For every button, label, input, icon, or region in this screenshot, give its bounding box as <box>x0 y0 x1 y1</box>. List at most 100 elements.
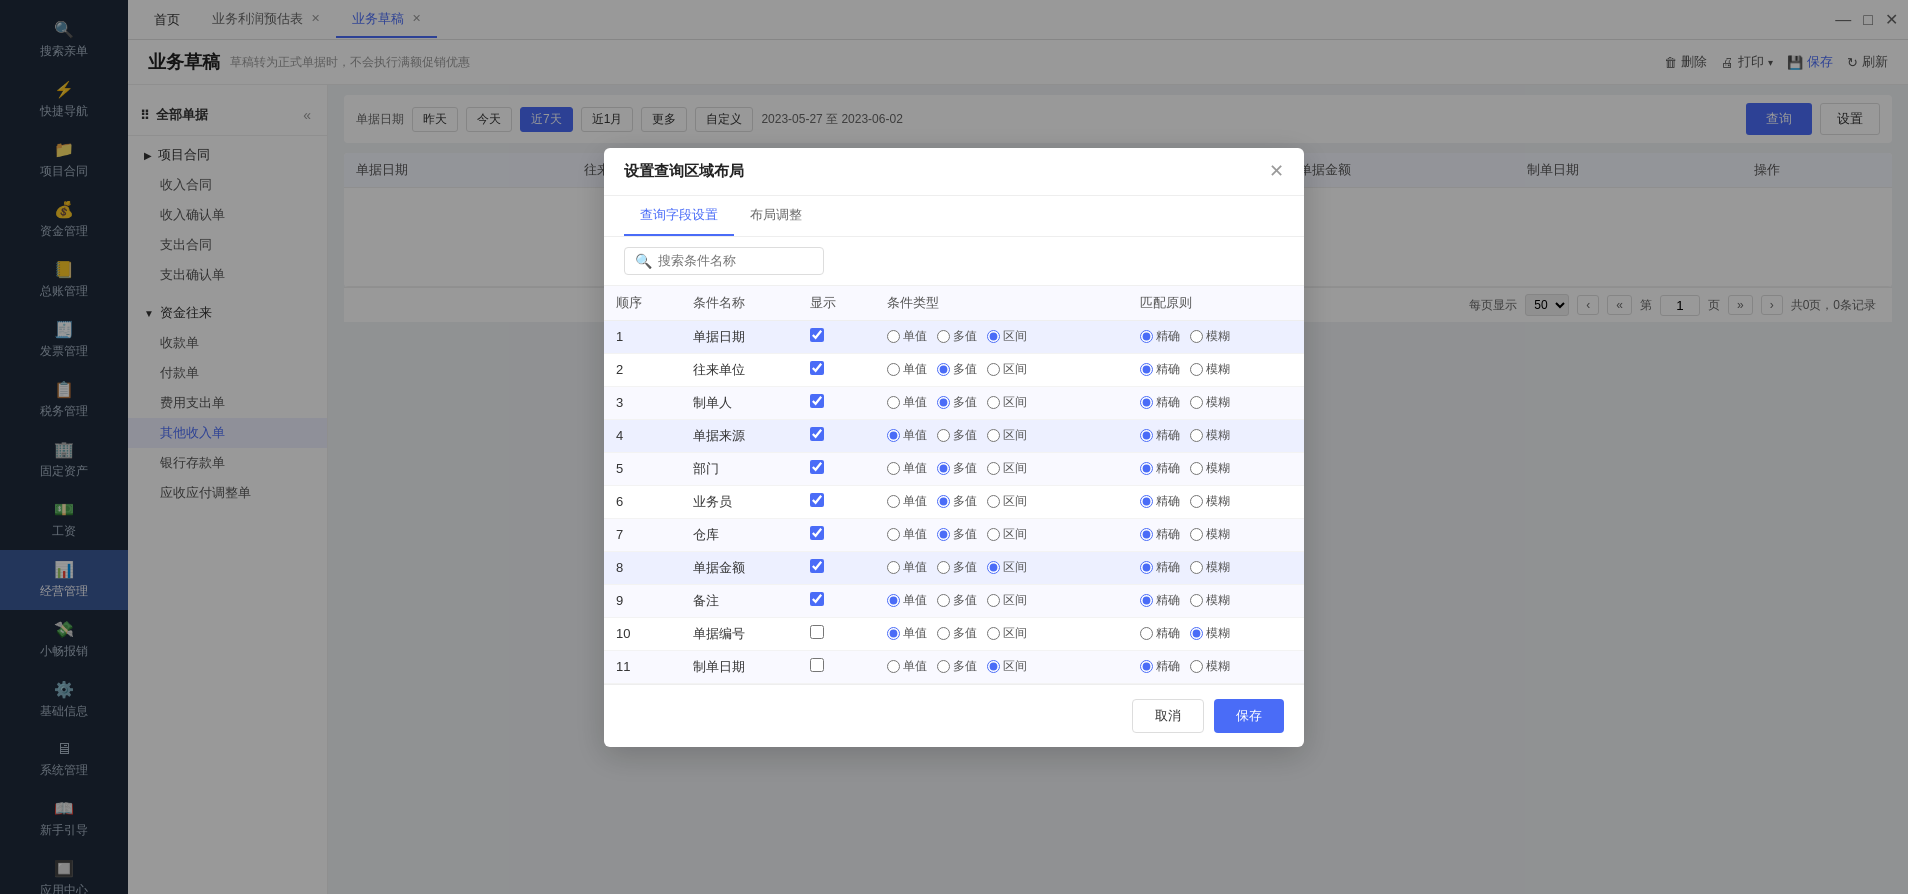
match-radio[interactable] <box>1140 594 1153 607</box>
cond-type-option[interactable]: 单值 <box>887 328 927 345</box>
cond-type-radio[interactable] <box>937 363 950 376</box>
cond-type-radio[interactable] <box>937 594 950 607</box>
cond-type-radio[interactable] <box>887 528 900 541</box>
dialog-tab-query-fields[interactable]: 查询字段设置 <box>624 196 734 236</box>
cond-type-option[interactable]: 多值 <box>937 328 977 345</box>
cond-type-option[interactable]: 多值 <box>937 361 977 378</box>
cond-type-option[interactable]: 区间 <box>987 658 1027 675</box>
match-radio[interactable] <box>1140 429 1153 442</box>
cond-type-option[interactable]: 区间 <box>987 559 1027 576</box>
cond-type-radio[interactable] <box>887 330 900 343</box>
show-checkbox[interactable] <box>810 625 824 639</box>
cond-type-radio[interactable] <box>887 627 900 640</box>
cond-type-radio[interactable] <box>887 429 900 442</box>
cond-type-radio[interactable] <box>937 462 950 475</box>
cond-type-option[interactable]: 区间 <box>987 625 1027 642</box>
cond-type-option[interactable]: 区间 <box>987 328 1027 345</box>
cond-type-radio[interactable] <box>937 495 950 508</box>
cond-type-option[interactable]: 单值 <box>887 394 927 411</box>
match-radio[interactable] <box>1140 561 1153 574</box>
cond-type-radio[interactable] <box>987 462 1000 475</box>
show-checkbox[interactable] <box>810 592 824 606</box>
cond-type-radio[interactable] <box>887 396 900 409</box>
match-radio[interactable] <box>1140 363 1153 376</box>
cond-type-radio[interactable] <box>987 528 1000 541</box>
cond-type-radio[interactable] <box>887 660 900 673</box>
cond-type-option[interactable]: 多值 <box>937 559 977 576</box>
match-radio[interactable] <box>1140 660 1153 673</box>
match-radio[interactable] <box>1190 330 1203 343</box>
match-option[interactable]: 精确 <box>1140 658 1180 675</box>
cond-type-radio[interactable] <box>887 594 900 607</box>
cond-type-radio[interactable] <box>987 594 1000 607</box>
match-option[interactable]: 模糊 <box>1190 493 1230 510</box>
match-radio[interactable] <box>1190 561 1203 574</box>
cond-type-option[interactable]: 区间 <box>987 361 1027 378</box>
dialog-close-btn[interactable]: ✕ <box>1269 162 1284 180</box>
cond-type-option[interactable]: 区间 <box>987 592 1027 609</box>
cond-type-radio[interactable] <box>987 330 1000 343</box>
cond-type-option[interactable]: 多值 <box>937 625 977 642</box>
cond-type-radio[interactable] <box>987 396 1000 409</box>
match-option[interactable]: 精确 <box>1140 460 1180 477</box>
cond-type-radio[interactable] <box>887 495 900 508</box>
match-option[interactable]: 精确 <box>1140 526 1180 543</box>
match-radio[interactable] <box>1190 363 1203 376</box>
match-radio[interactable] <box>1190 462 1203 475</box>
cond-type-option[interactable]: 区间 <box>987 427 1027 444</box>
cond-type-option[interactable]: 区间 <box>987 526 1027 543</box>
cond-type-option[interactable]: 多值 <box>937 658 977 675</box>
cond-type-option[interactable]: 单值 <box>887 625 927 642</box>
cond-type-option[interactable]: 单值 <box>887 361 927 378</box>
cond-type-option[interactable]: 单值 <box>887 559 927 576</box>
match-option[interactable]: 精确 <box>1140 625 1180 642</box>
match-radio[interactable] <box>1190 660 1203 673</box>
match-option[interactable]: 模糊 <box>1190 526 1230 543</box>
match-radio[interactable] <box>1140 495 1153 508</box>
match-option[interactable]: 精确 <box>1140 559 1180 576</box>
match-option[interactable]: 精确 <box>1140 394 1180 411</box>
cond-type-option[interactable]: 多值 <box>937 592 977 609</box>
show-checkbox[interactable] <box>810 427 824 441</box>
cond-type-radio[interactable] <box>937 429 950 442</box>
cond-type-radio[interactable] <box>887 363 900 376</box>
match-option[interactable]: 模糊 <box>1190 427 1230 444</box>
cond-type-option[interactable]: 区间 <box>987 460 1027 477</box>
cond-type-option[interactable]: 区间 <box>987 493 1027 510</box>
cond-type-radio[interactable] <box>987 627 1000 640</box>
match-option[interactable]: 精确 <box>1140 592 1180 609</box>
cond-type-option[interactable]: 区间 <box>987 394 1027 411</box>
show-checkbox[interactable] <box>810 460 824 474</box>
cond-type-radio[interactable] <box>987 495 1000 508</box>
cond-type-option[interactable]: 多值 <box>937 526 977 543</box>
cond-type-radio[interactable] <box>937 396 950 409</box>
match-radio[interactable] <box>1140 330 1153 343</box>
cond-type-option[interactable]: 多值 <box>937 493 977 510</box>
cond-type-radio[interactable] <box>987 429 1000 442</box>
cond-type-radio[interactable] <box>887 462 900 475</box>
show-checkbox[interactable] <box>810 328 824 342</box>
match-option[interactable]: 模糊 <box>1190 658 1230 675</box>
cond-type-option[interactable]: 单值 <box>887 658 927 675</box>
match-option[interactable]: 精确 <box>1140 493 1180 510</box>
cond-type-option[interactable]: 单值 <box>887 526 927 543</box>
match-radio[interactable] <box>1190 396 1203 409</box>
cond-type-option[interactable]: 多值 <box>937 394 977 411</box>
cond-type-radio[interactable] <box>937 660 950 673</box>
match-radio[interactable] <box>1190 429 1203 442</box>
match-radio[interactable] <box>1190 627 1203 640</box>
match-radio[interactable] <box>1140 396 1153 409</box>
cond-type-option[interactable]: 单值 <box>887 592 927 609</box>
match-radio[interactable] <box>1140 462 1153 475</box>
show-checkbox[interactable] <box>810 394 824 408</box>
save-button[interactable]: 保存 <box>1214 699 1284 733</box>
match-option[interactable]: 模糊 <box>1190 460 1230 477</box>
match-radio[interactable] <box>1190 594 1203 607</box>
match-option[interactable]: 模糊 <box>1190 559 1230 576</box>
cond-type-radio[interactable] <box>937 330 950 343</box>
cond-type-radio[interactable] <box>937 528 950 541</box>
cond-type-option[interactable]: 多值 <box>937 427 977 444</box>
cond-type-option[interactable]: 单值 <box>887 493 927 510</box>
match-option[interactable]: 模糊 <box>1190 394 1230 411</box>
match-radio[interactable] <box>1140 627 1153 640</box>
